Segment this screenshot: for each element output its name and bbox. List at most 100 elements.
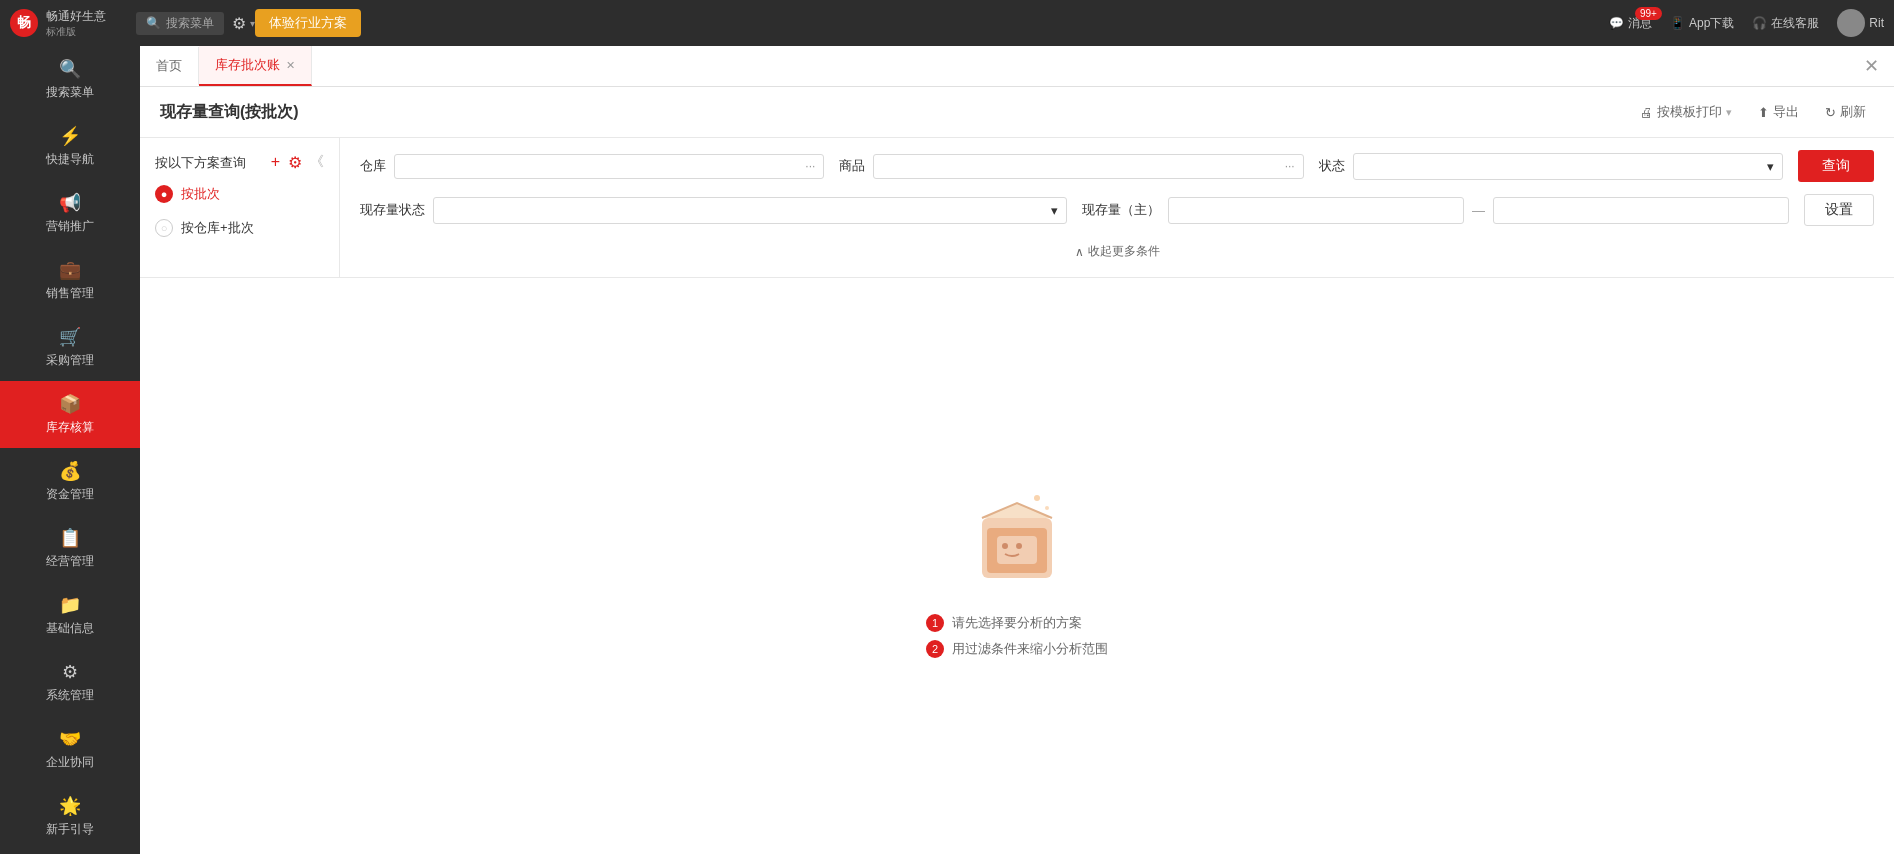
scheme-icon-red: ●: [155, 185, 173, 203]
user-name: Rit: [1869, 16, 1884, 30]
finance-icon: 💰: [59, 460, 81, 482]
inventory-icon: 📦: [59, 393, 81, 415]
content-area: 首页 库存批次账 ✕ ✕ 现存量查询(按批次) 🖨 按模板打印 ▾: [140, 46, 1894, 854]
stock-qty-min-input[interactable]: [1168, 197, 1464, 224]
sidebar-item-ops[interactable]: 📋 经营管理: [0, 515, 140, 582]
app-logo: 畅: [10, 9, 38, 37]
main-layout: 🔍 搜索菜单 ⚡ 快捷导航 📢 营销推广 💼 销售管理 🛒 采购管理 📦 库存核…: [0, 46, 1894, 854]
sidebar-item-quicknav[interactable]: ⚡ 快捷导航: [0, 113, 140, 180]
panel-header-actions: 🖨 按模板打印 ▾ ⬆ 导出 ↻ 刷新: [1632, 99, 1874, 125]
panel-header: 现存量查询(按批次) 🖨 按模板打印 ▾ ⬆ 导出 ↻ 刷新: [140, 87, 1894, 138]
panel-close-button[interactable]: ✕: [1859, 50, 1884, 82]
app-download-action[interactable]: 📱 App下载: [1670, 15, 1734, 32]
ops-icon: 📋: [59, 527, 81, 549]
add-scheme-icon[interactable]: +: [271, 153, 280, 172]
sidebar-item-finance-label: 资金管理: [46, 486, 94, 503]
quicknav-icon: ⚡: [59, 125, 81, 147]
search-bar[interactable]: 🔍 搜索菜单: [136, 12, 224, 35]
user-profile[interactable]: Rit: [1837, 9, 1884, 37]
sidebar-item-enterprise[interactable]: 🤝 企业协同: [0, 716, 140, 783]
sales-icon: 💼: [59, 259, 81, 281]
sidebar-item-finance[interactable]: 💰 资金管理: [0, 448, 140, 515]
sidebar-item-appcenter[interactable]: 📱 应用中心: [0, 850, 140, 854]
status-label: 状态: [1319, 157, 1345, 175]
setting-button[interactable]: 设置: [1804, 194, 1874, 226]
goods-more-icon[interactable]: ···: [1285, 159, 1295, 173]
tab-batch-account-label: 库存批次账: [215, 56, 280, 74]
sidebar-item-sales[interactable]: 💼 销售管理: [0, 247, 140, 314]
scheme-sidebar-title: 按以下方案查询 + ⚙ 《: [140, 148, 339, 177]
stock-status-dropdown-arrow: ▾: [1051, 203, 1058, 218]
app-edition: 标准版: [46, 25, 106, 39]
sidebar-item-system[interactable]: ⚙ 系统管理: [0, 649, 140, 716]
sidebar-item-newguide-label: 新手引导: [46, 821, 94, 838]
tab-batch-account[interactable]: 库存批次账 ✕: [199, 46, 312, 86]
empty-state: 1 请先选择要分析的方案 2 用过滤条件来缩小分析范围: [140, 278, 1894, 854]
scheme-sidebar-title-text: 按以下方案查询: [155, 154, 246, 172]
refresh-button[interactable]: ↻ 刷新: [1817, 99, 1874, 125]
tab-bar-right: ✕: [1859, 50, 1894, 82]
tab-home[interactable]: 首页: [140, 47, 199, 85]
filter-group-stock-qty: 现存量（主） —: [1082, 197, 1789, 224]
online-service-label: 在线客服: [1771, 15, 1819, 32]
sidebar-item-purchase[interactable]: 🛒 采购管理: [0, 314, 140, 381]
sidebar-item-system-label: 系统管理: [46, 687, 94, 704]
messages-action[interactable]: 💬 消息 99+: [1609, 15, 1652, 32]
sidebar-item-purchase-label: 采购管理: [46, 352, 94, 369]
empty-illustration: [957, 474, 1077, 594]
topbar-gear-icon[interactable]: ⚙: [232, 14, 246, 33]
enterprise-icon: 🤝: [59, 728, 81, 750]
scheme-sidebar: 按以下方案查询 + ⚙ 《 ● 按批次 ○ 按仓库+批次: [140, 138, 340, 277]
tip-num-1: 1: [926, 614, 944, 632]
sidebar-item-ops-label: 经营管理: [46, 553, 94, 570]
try-industry-button[interactable]: 体验行业方案: [255, 9, 361, 37]
scheme-item-by-warehouse-batch[interactable]: ○ 按仓库+批次: [140, 211, 339, 245]
empty-tips: 1 请先选择要分析的方案 2 用过滤条件来缩小分析范围: [926, 614, 1108, 658]
messages-badge: 99+: [1635, 7, 1662, 20]
sidebar-item-inventory[interactable]: 📦 库存核算: [0, 381, 140, 448]
search-sidebar-icon: 🔍: [59, 58, 81, 80]
scheme-item-by-batch[interactable]: ● 按批次: [140, 177, 339, 211]
collapse-row[interactable]: ∧ 收起更多条件: [360, 238, 1874, 265]
tab-home-label: 首页: [156, 57, 182, 75]
goods-input[interactable]: [882, 159, 1280, 174]
scheme-settings-icon[interactable]: ⚙: [288, 153, 302, 172]
tab-bar: 首页 库存批次账 ✕ ✕: [140, 46, 1894, 87]
search-icon: 🔍: [146, 16, 161, 30]
sidebar-item-newguide[interactable]: 🌟 新手引导: [0, 783, 140, 850]
filter-fields: 仓库 ··· 商品 ···: [340, 138, 1894, 277]
sidebar-item-basic[interactable]: 📁 基础信息: [0, 582, 140, 649]
status-select[interactable]: ▾: [1353, 153, 1783, 180]
stock-qty-label: 现存量（主）: [1082, 201, 1160, 219]
headset-icon: 🎧: [1752, 16, 1767, 30]
filter-group-warehouse: 仓库 ···: [360, 154, 824, 179]
sidebar-item-marketing[interactable]: 📢 营销推广: [0, 180, 140, 247]
newguide-icon: 🌟: [59, 795, 81, 817]
stock-qty-dash: —: [1472, 203, 1485, 218]
print-dropdown-arrow[interactable]: ▾: [1726, 106, 1732, 119]
warehouse-more-icon[interactable]: ···: [805, 159, 815, 173]
warehouse-input[interactable]: [403, 159, 801, 174]
filter-group-goods: 商品 ···: [839, 154, 1303, 179]
scheme-collapse-icon[interactable]: 《: [310, 153, 324, 172]
filter-row-2: 现存量状态 ▾ 现存量（主） —: [360, 194, 1874, 226]
system-icon: ⚙: [62, 661, 78, 683]
print-icon: 🖨: [1640, 105, 1653, 120]
goods-input-wrapper[interactable]: ···: [873, 154, 1303, 179]
stock-qty-max-input[interactable]: [1493, 197, 1789, 224]
marketing-icon: 📢: [59, 192, 81, 214]
tab-close-icon[interactable]: ✕: [286, 59, 295, 72]
scheme-by-batch-label: 按批次: [181, 185, 220, 203]
filter-row-1: 仓库 ··· 商品 ···: [360, 150, 1874, 182]
stock-status-select[interactable]: ▾: [433, 197, 1067, 224]
warehouse-label: 仓库: [360, 157, 386, 175]
sidebar-item-sales-label: 销售管理: [46, 285, 94, 302]
print-button[interactable]: 🖨 按模板打印 ▾: [1632, 99, 1740, 125]
export-label: 导出: [1773, 103, 1799, 121]
warehouse-input-wrapper[interactable]: ···: [394, 154, 824, 179]
query-button[interactable]: 查询: [1798, 150, 1874, 182]
export-button[interactable]: ⬆ 导出: [1750, 99, 1807, 125]
sidebar-item-search[interactable]: 🔍 搜索菜单: [0, 46, 140, 113]
avatar: [1837, 9, 1865, 37]
online-service-action[interactable]: 🎧 在线客服: [1752, 15, 1819, 32]
